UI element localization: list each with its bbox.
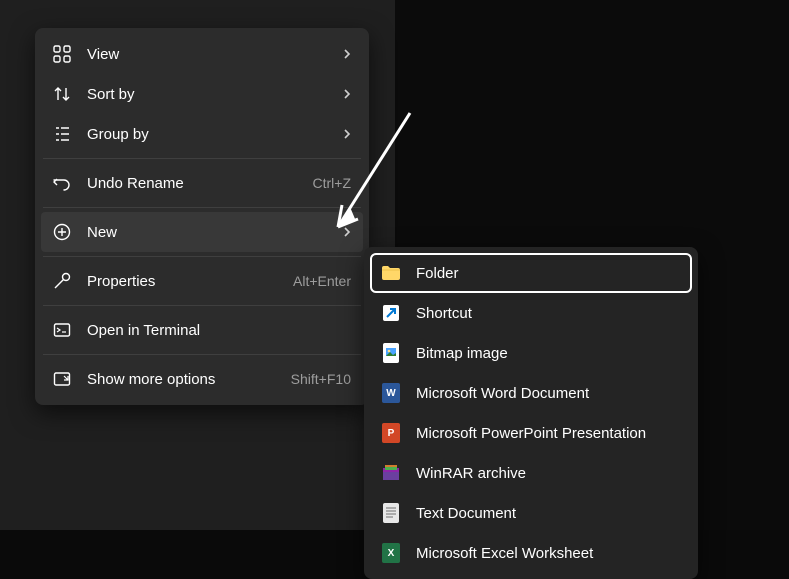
- menu-label: Sort by: [87, 86, 335, 103]
- menu-separator: [43, 256, 361, 257]
- menu-label: Microsoft Word Document: [416, 385, 680, 402]
- submenu-item-bitmap[interactable]: Bitmap image: [370, 333, 692, 373]
- menu-label: View: [87, 46, 335, 63]
- submenu-item-powerpoint[interactable]: P Microsoft PowerPoint Presentation: [370, 413, 692, 453]
- bitmap-icon: [380, 342, 402, 364]
- new-submenu: Folder Shortcut Bitmap image W Microsoft…: [364, 247, 698, 579]
- menu-separator: [43, 207, 361, 208]
- submenu-item-text[interactable]: Text Document: [370, 493, 692, 533]
- menu-label: Microsoft Excel Worksheet: [416, 545, 680, 562]
- menu-item-new[interactable]: New: [41, 212, 363, 252]
- terminal-icon: [51, 319, 73, 341]
- chevron-right-icon: [343, 226, 351, 238]
- view-icon: [51, 43, 73, 65]
- menu-item-sort-by[interactable]: Sort by: [41, 74, 363, 114]
- menu-label: Text Document: [416, 505, 680, 522]
- menu-separator: [43, 158, 361, 159]
- shortcut-icon: [380, 302, 402, 324]
- folder-icon: [380, 262, 402, 284]
- menu-label: Shortcut: [416, 305, 680, 322]
- properties-icon: [51, 270, 73, 292]
- show-more-icon: [51, 368, 73, 390]
- menu-label: Bitmap image: [416, 345, 680, 362]
- menu-shortcut: Ctrl+Z: [313, 175, 352, 191]
- submenu-item-shortcut[interactable]: Shortcut: [370, 293, 692, 333]
- winrar-icon: [380, 462, 402, 484]
- chevron-right-icon: [343, 88, 351, 100]
- submenu-item-excel[interactable]: X Microsoft Excel Worksheet: [370, 533, 692, 573]
- menu-label: New: [87, 224, 335, 241]
- menu-label: Show more options: [87, 371, 283, 388]
- menu-label: Undo Rename: [87, 175, 305, 192]
- word-icon: W: [380, 382, 402, 404]
- menu-label: Microsoft PowerPoint Presentation: [416, 425, 680, 442]
- menu-item-show-more-options[interactable]: Show more options Shift+F10: [41, 359, 363, 399]
- menu-label: WinRAR archive: [416, 465, 680, 482]
- desktop-context-menu: View Sort by Group by: [35, 28, 369, 405]
- excel-icon: X: [380, 542, 402, 564]
- submenu-item-folder[interactable]: Folder: [370, 253, 692, 293]
- powerpoint-icon: P: [380, 422, 402, 444]
- menu-label: Open in Terminal: [87, 322, 351, 339]
- undo-icon: [51, 172, 73, 194]
- chevron-right-icon: [343, 48, 351, 60]
- menu-label: Properties: [87, 273, 285, 290]
- sort-icon: [51, 83, 73, 105]
- menu-item-open-terminal[interactable]: Open in Terminal: [41, 310, 363, 350]
- menu-item-properties[interactable]: Properties Alt+Enter: [41, 261, 363, 301]
- chevron-right-icon: [343, 128, 351, 140]
- submenu-item-word[interactable]: W Microsoft Word Document: [370, 373, 692, 413]
- menu-separator: [43, 354, 361, 355]
- menu-item-group-by[interactable]: Group by: [41, 114, 363, 154]
- menu-shortcut: Shift+F10: [291, 371, 351, 387]
- menu-item-view[interactable]: View: [41, 34, 363, 74]
- menu-label: Group by: [87, 126, 335, 143]
- menu-item-undo-rename[interactable]: Undo Rename Ctrl+Z: [41, 163, 363, 203]
- menu-shortcut: Alt+Enter: [293, 273, 351, 289]
- menu-label: Folder: [416, 265, 680, 282]
- menu-separator: [43, 305, 361, 306]
- text-document-icon: [380, 502, 402, 524]
- submenu-item-winrar[interactable]: WinRAR archive: [370, 453, 692, 493]
- group-icon: [51, 123, 73, 145]
- new-icon: [51, 221, 73, 243]
